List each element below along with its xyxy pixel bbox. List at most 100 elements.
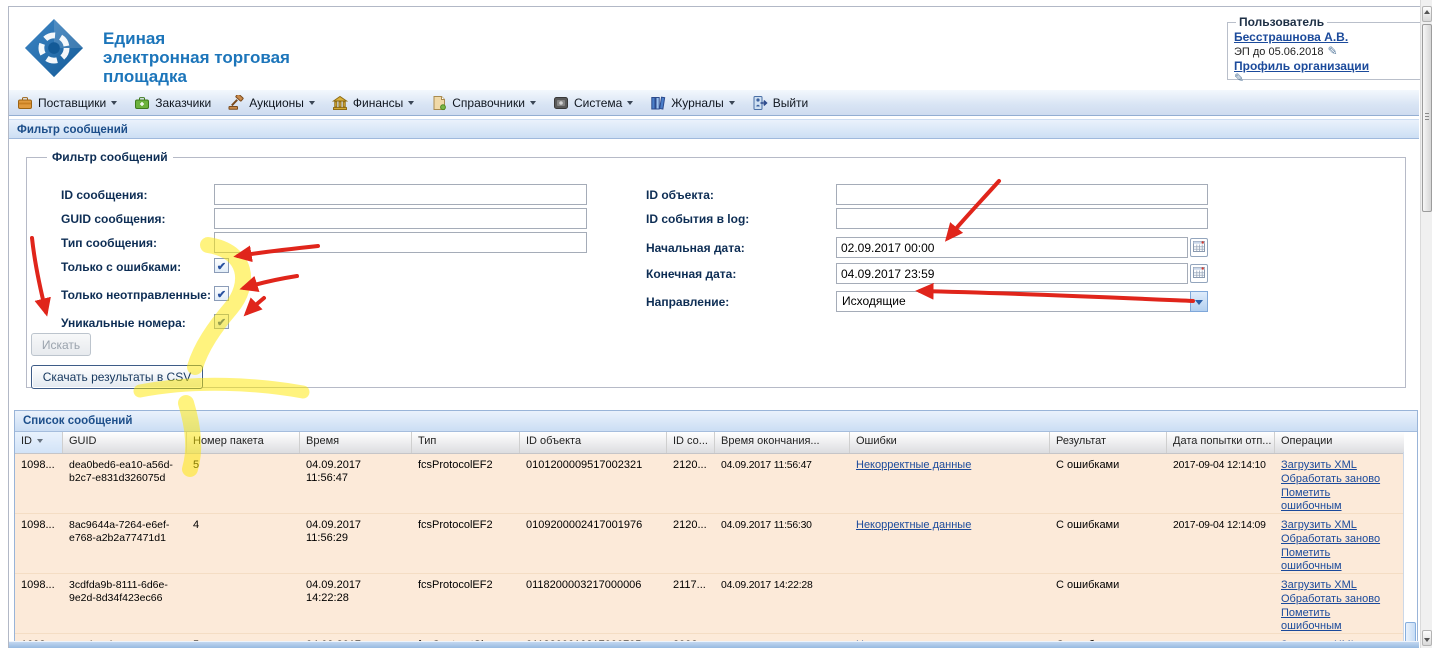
cell-attempt-date: 2017-09-04 12:14:10	[1173, 460, 1266, 471]
load-xml-link[interactable]: Загрузить XML	[1281, 579, 1383, 592]
suppliers-briefcase-icon	[18, 96, 32, 109]
menu-suppliers[interactable]: Поставщики	[17, 95, 118, 111]
message-type-label: Тип сообщения:	[61, 236, 157, 250]
direction-label: Направление:	[646, 295, 730, 309]
message-guid-input[interactable]	[214, 208, 587, 229]
end-date-calendar-button[interactable]	[1190, 264, 1208, 283]
reprocess-link[interactable]: Обработать заново	[1281, 533, 1383, 546]
column-header-package[interactable]: Номер пакета	[187, 432, 300, 453]
mark-erroneous-link[interactable]: Пометить ошибочным	[1281, 607, 1383, 633]
mark-erroneous-link[interactable]: Пометить ошибочным	[1281, 487, 1383, 513]
unique-numbers-checkbox[interactable]: ✔	[214, 314, 229, 329]
end-date-label: Конечная дата:	[646, 267, 737, 281]
cell-operations: Загрузить XML Обработать заново Пометить…	[1275, 514, 1404, 573]
message-id-input[interactable]	[214, 184, 587, 205]
column-header-operations[interactable]: Операции	[1275, 432, 1404, 453]
chevron-down-icon	[1195, 300, 1203, 305]
edit-cert-pencil-icon[interactable]: ✎	[1328, 44, 1338, 58]
table-row[interactable]: 1098... dea0bed6-ea10-a56d-b2c7-e831d326…	[15, 454, 1404, 514]
reprocess-link[interactable]: Обработать заново	[1281, 473, 1383, 486]
app-page: Единая электронная торговая площадка Пол…	[0, 0, 1432, 648]
calendar-icon	[1193, 241, 1205, 252]
column-header-end-time[interactable]: Время окончания...	[715, 432, 850, 453]
menu-label: Журналы	[671, 95, 724, 110]
cell-package	[187, 574, 300, 633]
start-date-input[interactable]	[836, 237, 1188, 258]
search-button[interactable]: Искать	[31, 333, 91, 356]
column-header-object-id[interactable]: ID объекта	[520, 432, 667, 453]
logo	[23, 17, 85, 82]
cell-time: 04.09.2017 11:56:47	[306, 459, 362, 484]
cell-guid: 3cdfda9b-8111-6d6e-9e2d-8d34f423ec66	[69, 579, 168, 604]
dropdown-arrow-icon	[728, 100, 735, 105]
column-header-type[interactable]: Тип	[412, 432, 520, 453]
errors-link[interactable]: Некорректные данные	[856, 459, 971, 471]
column-header-attempt-date[interactable]: Дата попытки отп...	[1167, 432, 1275, 453]
user-name-link[interactable]: Бесстрашнова А.В.	[1234, 30, 1348, 44]
scroll-up-button[interactable]	[1422, 6, 1432, 22]
menu-exit[interactable]: Выйти	[752, 95, 808, 111]
table-row[interactable]: 1098... 8ac9644a-7264-e6ef-e768-a2b2a774…	[15, 514, 1404, 574]
download-csv-button[interactable]: Скачать результаты в CSV	[31, 365, 203, 389]
menu-customers[interactable]: Заказчики	[134, 95, 211, 111]
column-header-id[interactable]: ID	[15, 432, 63, 453]
menu-finance[interactable]: Финансы	[331, 95, 415, 111]
journals-books-icon	[651, 96, 666, 110]
user-panel-legend: Пользователь	[1239, 15, 1325, 29]
menu-label: Система	[573, 95, 623, 110]
grid-vertical-scrollbar[interactable]	[1403, 452, 1417, 647]
column-header-time[interactable]: Время	[300, 432, 412, 453]
menu-journals[interactable]: Журналы	[650, 95, 735, 111]
grid-body: 1098... dea0bed6-ea10-a56d-b2c7-e831d326…	[15, 454, 1404, 647]
logo-icon	[24, 18, 84, 78]
cell-event-id: 2120...	[673, 459, 707, 471]
column-header-result[interactable]: Результат	[1050, 432, 1167, 453]
errors-link[interactable]: Некорректные данные	[856, 519, 971, 531]
edit-org-pencil-icon[interactable]: ✎	[1234, 71, 1244, 85]
log-event-id-label: ID события в log:	[646, 212, 750, 226]
org-profile-link[interactable]: Профиль организации	[1234, 59, 1369, 73]
cell-event-id: 2117...	[673, 579, 706, 591]
reprocess-link[interactable]: Обработать заново	[1281, 593, 1383, 606]
start-date-calendar-button[interactable]	[1190, 238, 1208, 257]
scroll-down-button[interactable]	[1422, 630, 1432, 646]
message-id-label: ID сообщения:	[61, 188, 148, 202]
cell-end-time: 04.09.2017 11:56:30	[721, 520, 812, 531]
calendar-icon	[1193, 267, 1205, 278]
load-xml-link[interactable]: Загрузить XML	[1281, 519, 1383, 532]
filter-fieldset-legend: Фильтр сообщений	[52, 150, 168, 164]
direction-select[interactable]: Исходящие	[836, 291, 1191, 312]
message-type-input[interactable]	[214, 232, 587, 253]
mark-erroneous-link[interactable]: Пометить ошибочным	[1281, 547, 1383, 573]
page-scrollbar-thumb[interactable]	[1422, 24, 1432, 212]
scrollbar-grip-icon	[1425, 113, 1429, 121]
menu-label: Заказчики	[155, 95, 212, 110]
table-row[interactable]: 1098... 3cdfda9b-8111-6d6e-9e2d-8d34f423…	[15, 574, 1404, 634]
object-id-input[interactable]	[836, 184, 1208, 205]
menu-system[interactable]: Система	[553, 95, 634, 111]
log-event-id-input[interactable]	[836, 208, 1208, 229]
cell-operations: Загрузить XML Обработать заново Пометить…	[1275, 574, 1404, 633]
cell-operations: Загрузить XML Обработать заново Пометить…	[1275, 454, 1404, 513]
menu-label: Финансы	[352, 95, 404, 110]
menu-directories[interactable]: Справочники	[431, 95, 536, 111]
end-date-input[interactable]	[836, 263, 1188, 284]
exit-icon	[753, 95, 768, 110]
column-header-guid[interactable]: GUID	[63, 432, 187, 453]
message-guid-label: GUID сообщения:	[61, 212, 166, 226]
page-vertical-scrollbar[interactable]	[1420, 0, 1432, 648]
object-id-label: ID объекта:	[646, 188, 714, 202]
column-header-errors[interactable]: Ошибки	[850, 432, 1050, 453]
only-unsent-checkbox[interactable]: ✔	[214, 286, 229, 301]
sort-desc-icon	[37, 439, 43, 444]
column-header-event-id[interactable]: ID со...	[667, 432, 715, 453]
direction-dropdown-button[interactable]	[1190, 291, 1208, 312]
cell-time: 04.09.2017 14:22:28	[306, 579, 362, 604]
direction-selected-value: Исходящие	[842, 294, 906, 308]
only-errors-checkbox[interactable]: ✔	[214, 258, 229, 273]
load-xml-link[interactable]: Загрузить XML	[1281, 459, 1383, 472]
menu-auctions[interactable]: Аукционы	[228, 94, 315, 111]
cert-row: ЭП до 05.06.2018 ✎	[1234, 44, 1426, 59]
cell-type: fcsProtocolEF2	[418, 579, 493, 591]
dropdown-arrow-icon	[529, 100, 536, 105]
